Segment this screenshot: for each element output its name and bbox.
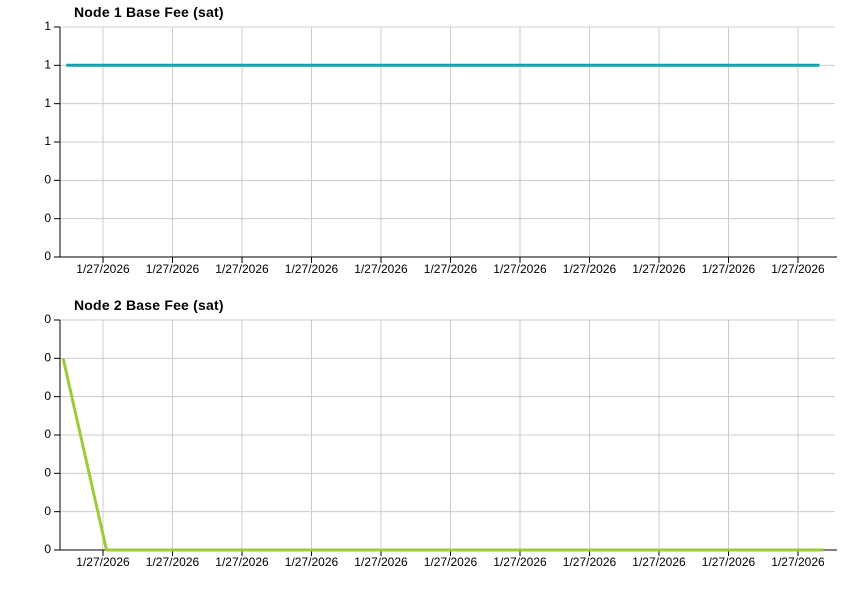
- y-tick-label: 1: [44, 19, 51, 33]
- x-tick-label: 1/27/2026: [354, 262, 408, 276]
- x-tick-label: 1/27/2026: [285, 555, 339, 569]
- y-tick-label: 0: [44, 211, 51, 225]
- y-tick-label: 0: [44, 173, 51, 187]
- y-tick-label: 0: [44, 466, 51, 480]
- series-line: [61, 357, 824, 552]
- y-tick-label: 0: [44, 249, 51, 263]
- x-tick-label: 1/27/2026: [146, 262, 200, 276]
- x-tick-label: 1/27/2026: [285, 262, 339, 276]
- x-tick-label: 1/27/2026: [632, 555, 686, 569]
- x-tick-label: 1/27/2026: [563, 262, 617, 276]
- x-tick-label: 1/27/2026: [424, 262, 478, 276]
- x-tick-label: 1/27/2026: [424, 555, 478, 569]
- chart-canvas: 1 1 1 1 0 0 0 1/27/2026 1/27/2026 1/27/2026 1/27/2…: [44, 19, 837, 276]
- x-tick-label: 1/27/2026: [493, 262, 547, 276]
- x-tick-label: 1/27/2026: [215, 555, 269, 569]
- x-tick-label: 1/27/2026: [215, 262, 269, 276]
- y-tick-label: 1: [44, 96, 51, 110]
- y-tick-label: 0: [44, 504, 51, 518]
- x-tick-label: 1/27/2026: [632, 262, 686, 276]
- y-tick-label: 0: [44, 542, 51, 556]
- x-tick-label: 1/27/2026: [563, 555, 617, 569]
- node2-base-fee-chart: Node 2 Base Fee (sat) 0 0 0 0 0 0 0 1/27/2026 1/…: [0, 293, 860, 593]
- x-tick-label: 1/27/2026: [771, 262, 825, 276]
- y-tick-label: 1: [44, 134, 51, 148]
- x-tick-label: 1/27/2026: [771, 555, 825, 569]
- node1-base-fee-chart: Node 1 Base Fee (sat) 1 1 1 1 0 0 0 1/27/2026 1/…: [0, 0, 860, 300]
- x-tick-label: 1/27/2026: [76, 262, 130, 276]
- x-tick-label: 1/27/2026: [76, 555, 130, 569]
- y-tick-label: 0: [44, 351, 51, 365]
- x-tick-label: 1/27/2026: [354, 555, 408, 569]
- y-tick-label: 0: [44, 389, 51, 403]
- x-tick-label: 1/27/2026: [493, 555, 547, 569]
- chart-canvas: 0 0 0 0 0 0 0 1/27/2026 1/27/2026 1/27/2026 1/27/2…: [44, 312, 837, 569]
- y-tick-label: 0: [44, 427, 51, 441]
- x-tick-label: 1/27/2026: [146, 555, 200, 569]
- x-tick-label: 1/27/2026: [702, 262, 756, 276]
- y-tick-label: 1: [44, 58, 51, 72]
- x-tick-label: 1/27/2026: [702, 555, 756, 569]
- y-tick-label: 0: [44, 312, 51, 326]
